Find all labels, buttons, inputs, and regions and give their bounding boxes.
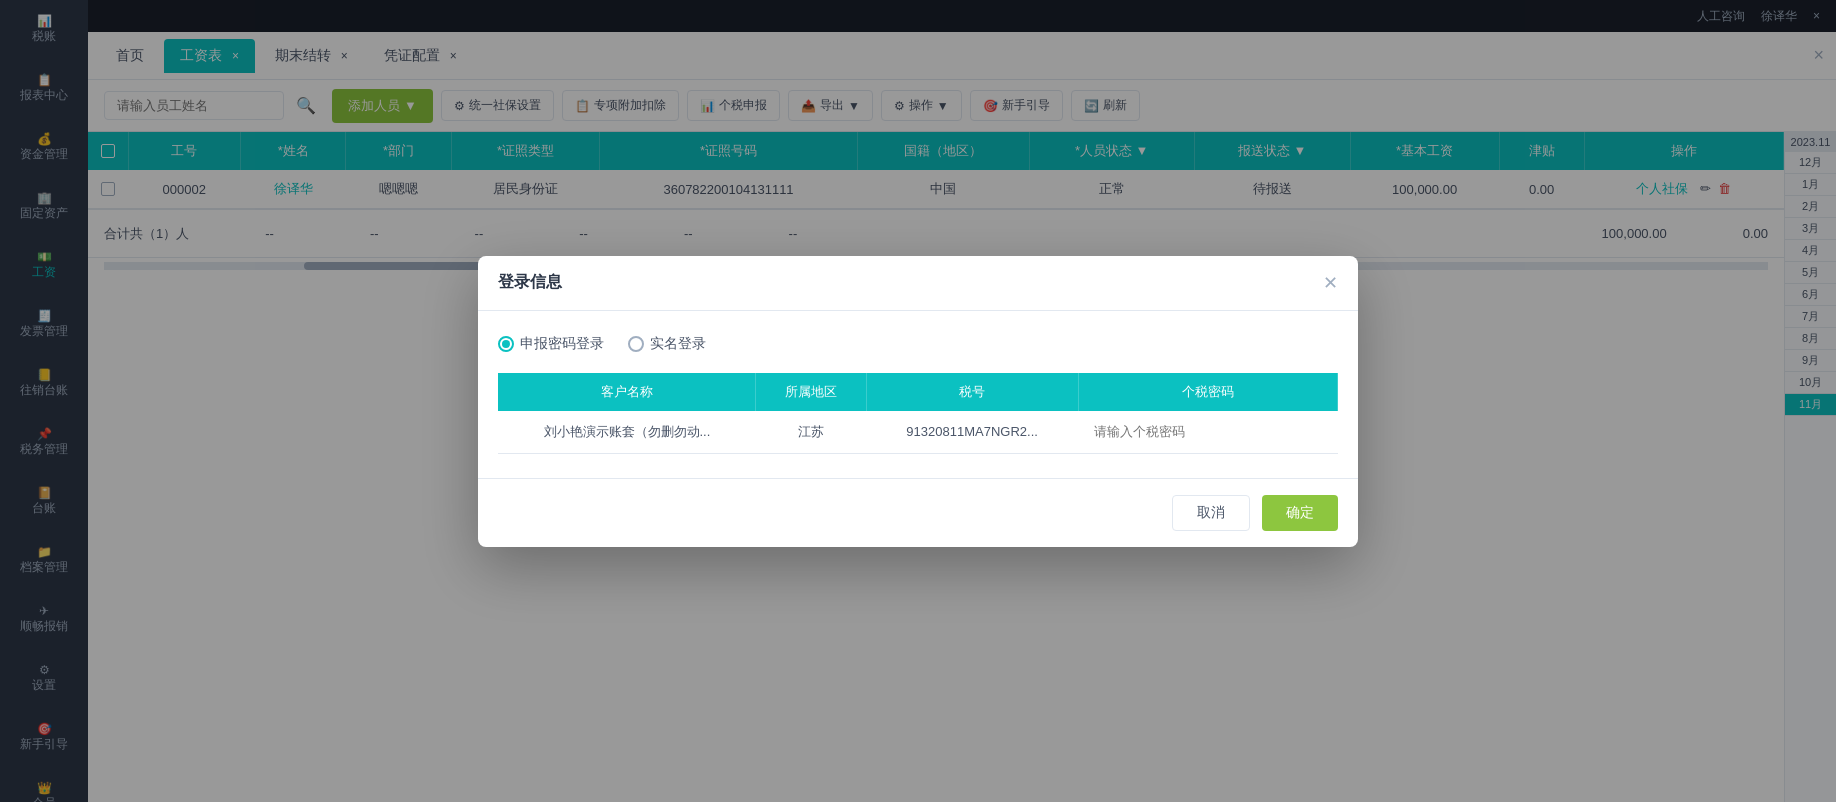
modal-table-row: 刘小艳演示账套（勿删勿动... 江苏 91320811MA7NGR2... [498, 411, 1338, 454]
login-type-radio-group: 申报密码登录 实名登录 [498, 335, 1338, 353]
modal-header: 登录信息 ✕ [478, 256, 1358, 311]
modal-cell-name: 刘小艳演示账套（勿删勿动... [498, 411, 756, 454]
radio-realname-login[interactable]: 实名登录 [628, 335, 706, 353]
login-modal: 登录信息 ✕ 申报密码登录 实名登录 客户名称 所属地区 [478, 256, 1358, 547]
modal-footer: 取消 确定 [478, 478, 1358, 547]
tax-password-input[interactable] [1094, 424, 1321, 439]
confirm-button[interactable]: 确定 [1262, 495, 1338, 531]
modal-cell-region: 江苏 [756, 411, 866, 454]
modal-col-password: 个税密码 [1078, 373, 1337, 411]
modal-cell-tax: 91320811MA7NGR2... [866, 411, 1078, 454]
modal-col-name: 客户名称 [498, 373, 756, 411]
modal-col-tax: 税号 [866, 373, 1078, 411]
modal-cell-password-input[interactable] [1078, 411, 1337, 454]
modal-title: 登录信息 [498, 272, 562, 293]
radio-realname-circle [628, 336, 644, 352]
radio-password-circle [498, 336, 514, 352]
modal-body: 申报密码登录 实名登录 客户名称 所属地区 税号 个税密码 [478, 311, 1358, 478]
modal-col-region: 所属地区 [756, 373, 866, 411]
modal-overlay: 登录信息 ✕ 申报密码登录 实名登录 客户名称 所属地区 [0, 0, 1836, 802]
login-info-table: 客户名称 所属地区 税号 个税密码 刘小艳演示账套（勿删勿动... 江苏 913… [498, 373, 1338, 454]
modal-close-button[interactable]: ✕ [1323, 272, 1338, 294]
cancel-button[interactable]: 取消 [1172, 495, 1250, 531]
radio-password-login[interactable]: 申报密码登录 [498, 335, 604, 353]
